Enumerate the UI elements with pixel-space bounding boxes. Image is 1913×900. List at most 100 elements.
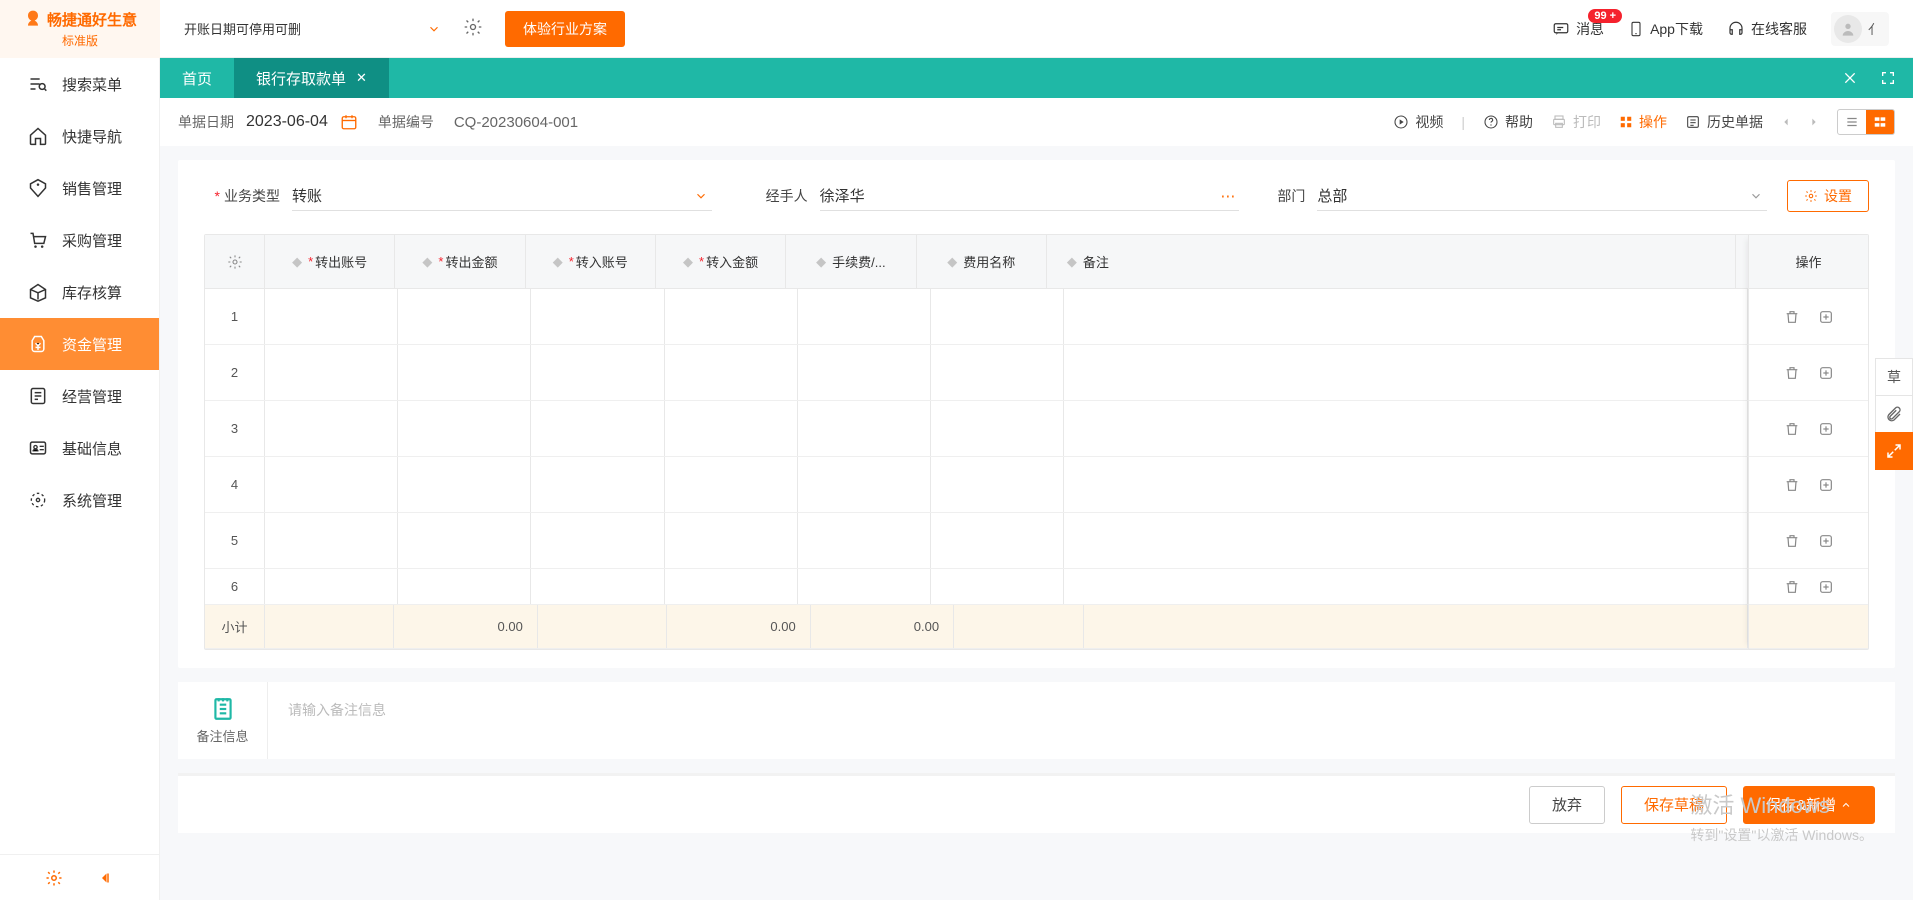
save-new-button[interactable]: 保存&新增 <box>1743 786 1875 824</box>
row-ops <box>1749 289 1868 345</box>
col-out-amt[interactable]: ◆*转出金额 <box>395 235 525 288</box>
settings-icon[interactable] <box>463 17 487 41</box>
nav-next-icon[interactable] <box>1809 115 1819 129</box>
add-row-icon[interactable] <box>1818 421 1834 437</box>
docno-label: 单据编号 <box>378 112 434 132</box>
sidebar-item-funds[interactable]: 资金管理 <box>0 318 159 370</box>
add-row-icon[interactable] <box>1818 533 1834 549</box>
sidebar-item-inventory[interactable]: 库存核算 <box>0 266 159 318</box>
footer-gear-icon[interactable] <box>45 869 63 887</box>
history-link[interactable]: 历史单据 <box>1685 112 1763 132</box>
cart-icon <box>28 230 48 250</box>
add-row-icon[interactable] <box>1818 579 1834 595</box>
sidebar-item-label: 资金管理 <box>62 334 122 355</box>
view-detail[interactable] <box>1866 110 1894 134</box>
sidebar-item-system[interactable]: 系统管理 <box>0 474 159 526</box>
sidebar-item-purchase[interactable]: 采购管理 <box>0 214 159 266</box>
fullscreen-icon[interactable] <box>1869 58 1907 98</box>
dept-field: 部门 总部 <box>1259 181 1767 211</box>
delete-icon[interactable] <box>1784 533 1800 549</box>
support-link[interactable]: 在线客服 <box>1727 19 1807 39</box>
date-value[interactable]: 2023-06-04 <box>246 113 328 131</box>
phone-icon <box>1628 20 1644 38</box>
sidebar: 搜索菜单 快捷导航 销售管理 采购管理 库存核算 资金管理 <box>0 58 160 900</box>
company-selector[interactable]: 开账日期可停用可删 <box>180 12 445 46</box>
header-middle: 开账日期可停用可删 体验行业方案 <box>160 11 1552 47</box>
sidebar-item-business[interactable]: 经营管理 <box>0 370 159 422</box>
discard-button[interactable]: 放弃 <box>1529 786 1605 824</box>
sidebar-item-shortcut[interactable]: 快捷导航 <box>0 110 159 162</box>
delete-icon[interactable] <box>1784 477 1800 493</box>
video-link[interactable]: 视频 <box>1393 112 1443 132</box>
operate-link[interactable]: 操作 <box>1619 112 1667 132</box>
gear-dots-icon <box>28 490 48 510</box>
table-row[interactable]: 6 <box>205 569 1748 605</box>
nav-prev-icon[interactable] <box>1781 115 1791 129</box>
save-draft-button[interactable]: 保存草稿 <box>1621 786 1727 824</box>
box-icon <box>28 282 48 302</box>
handler-select[interactable]: 徐泽华 ⋯ <box>820 181 1240 211</box>
remarks-input[interactable]: 请输入备注信息 <box>268 682 1895 759</box>
help-link[interactable]: 帮助 <box>1483 112 1533 132</box>
search-icon <box>28 74 48 94</box>
tab-bank-deposit[interactable]: 银行存取款单 ✕ <box>234 58 389 98</box>
print-link[interactable]: 打印 <box>1551 112 1601 132</box>
app-download-link[interactable]: App下载 <box>1628 19 1703 39</box>
col-remark[interactable]: ◆备注 <box>1047 235 1736 288</box>
row-ops <box>1749 513 1868 569</box>
rail-draft-icon[interactable]: 草 <box>1875 358 1913 396</box>
dept-select[interactable]: 总部 <box>1317 181 1767 211</box>
ops-column: 操作 <box>1748 235 1868 649</box>
sidebar-item-search[interactable]: 搜索菜单 <box>0 58 159 110</box>
sidebar-item-label: 系统管理 <box>62 490 122 511</box>
biz-type-field: *业务类型 转账 <box>204 181 712 211</box>
add-row-icon[interactable] <box>1818 309 1834 325</box>
delete-icon[interactable] <box>1784 309 1800 325</box>
col-fee-name[interactable]: ◆费用名称 <box>917 235 1047 288</box>
experience-plan-button[interactable]: 体验行业方案 <box>505 11 625 47</box>
close-icon[interactable]: ✕ <box>356 70 367 86</box>
document-toolbar: 单据日期 2023-06-04 单据编号 CQ-20230604-001 视频 … <box>160 98 1913 146</box>
footer-bar: 放弃 保存草稿 保存&新增 <box>178 773 1895 833</box>
delete-icon[interactable] <box>1784 421 1800 437</box>
add-row-icon[interactable] <box>1818 477 1834 493</box>
col-config[interactable] <box>205 235 265 288</box>
calendar-icon[interactable] <box>340 113 358 131</box>
table-row[interactable]: 3 <box>205 401 1748 457</box>
biz-type-select[interactable]: 转账 <box>292 181 712 211</box>
tabs-bar: 首页 银行存取款单 ✕ <box>160 58 1913 98</box>
form-card: *业务类型 转账 经手人 徐泽华 ⋯ 部门 总部 <box>178 160 1895 668</box>
table-row[interactable]: 1 <box>205 289 1748 345</box>
brand-edition: 标准版 <box>62 32 98 49</box>
tab-home[interactable]: 首页 <box>160 58 234 98</box>
table-row[interactable]: 4 <box>205 457 1748 513</box>
gear-icon <box>1804 189 1818 203</box>
col-out-acct[interactable]: ◆*转出账号 <box>265 235 395 288</box>
more-icon[interactable]: ⋯ <box>1220 187 1235 205</box>
sidebar-item-label: 基础信息 <box>62 438 122 459</box>
rail-attach-icon[interactable] <box>1875 395 1913 433</box>
col-fee[interactable]: ◆手续费/... <box>786 235 916 288</box>
form-settings-button[interactable]: 设置 <box>1787 180 1869 212</box>
col-in-acct[interactable]: ◆*转入账号 <box>526 235 656 288</box>
user-menu[interactable]: 亻 <box>1831 12 1889 46</box>
table-row[interactable]: 2 <box>205 345 1748 401</box>
tabs-close-all-icon[interactable] <box>1831 58 1869 98</box>
sidebar-item-sales[interactable]: 销售管理 <box>0 162 159 214</box>
brand-name: 畅捷通好生意 <box>47 9 137 30</box>
sidebar-item-basicinfo[interactable]: 基础信息 <box>0 422 159 474</box>
messages-link[interactable]: 消息 99 + <box>1552 19 1604 39</box>
col-in-amt[interactable]: ◆*转入金额 <box>656 235 786 288</box>
grid-icon <box>1619 115 1633 129</box>
rail-expand-icon[interactable] <box>1875 432 1913 470</box>
handler-field: 经手人 徐泽华 ⋯ <box>732 181 1240 211</box>
chevron-up-icon <box>1840 799 1852 811</box>
collapse-icon[interactable] <box>96 869 114 887</box>
delete-icon[interactable] <box>1784 579 1800 595</box>
view-list[interactable] <box>1838 110 1866 134</box>
add-row-icon[interactable] <box>1818 365 1834 381</box>
delete-icon[interactable] <box>1784 365 1800 381</box>
top-header: 畅捷通好生意 标准版 开账日期可停用可删 体验行业方案 消息 99 + App下… <box>0 0 1913 58</box>
table-row[interactable]: 5 <box>205 513 1748 569</box>
chevron-down-icon <box>427 22 441 36</box>
